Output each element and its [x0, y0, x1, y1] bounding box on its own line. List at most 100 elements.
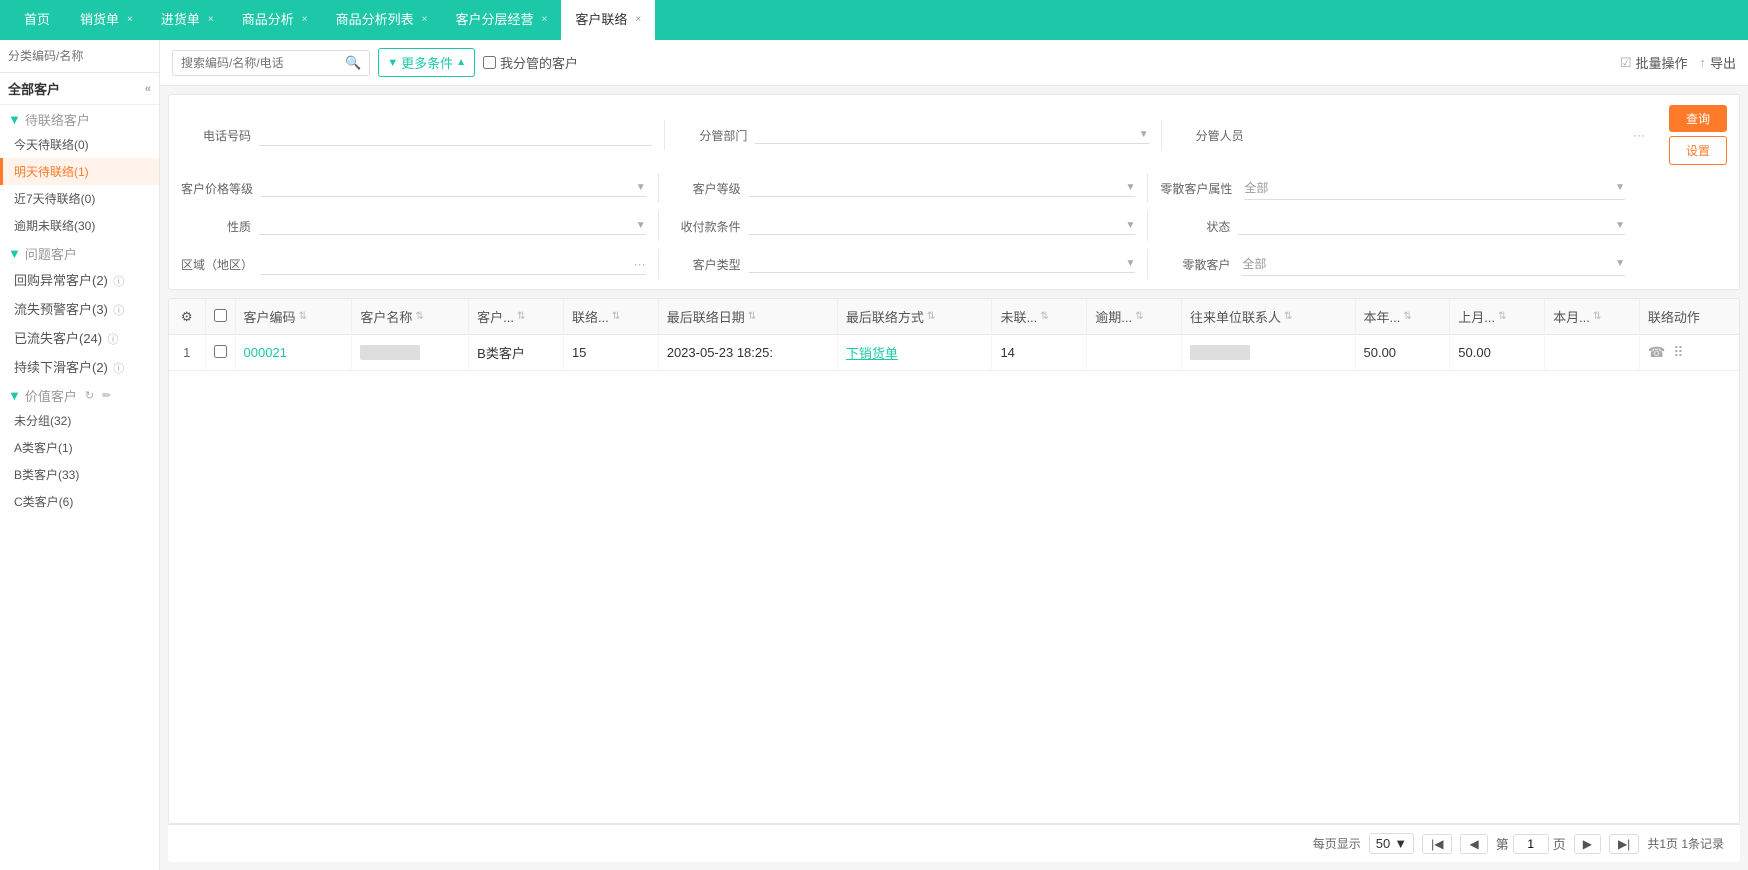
th-overdue[interactable]: 逾期... ⇅ — [1087, 299, 1182, 335]
action-icons-group: ☎ ⠿ — [1648, 344, 1731, 361]
filter-dept-select[interactable]: ▼ — [755, 126, 1148, 144]
sidebar-group-pending: ▼ 待联络客户 — [0, 105, 159, 131]
my-customers-checkbox[interactable] — [483, 56, 496, 69]
first-page-button[interactable]: |◀ — [1422, 834, 1452, 854]
filter-dept-label: 分管部门 — [677, 127, 747, 144]
filter-retail-customer-select[interactable]: 全部 ▼ — [1242, 252, 1625, 276]
my-customers-checkbox-label[interactable]: 我分管的客户 — [483, 53, 578, 72]
th-type[interactable]: 客户... ⇅ — [469, 299, 564, 335]
batch-operation-button[interactable]: ☑ 批量操作 — [1620, 53, 1688, 72]
th-name[interactable]: 客户名称 ⇅ — [352, 299, 469, 335]
filter-region: 区域（地区） ··· — [181, 254, 646, 275]
filter-customer-level-select[interactable]: ▼ — [749, 179, 1136, 197]
sidebar-item-today-pending[interactable]: 今天待联络(0) — [0, 131, 159, 158]
close-purchase-tab[interactable]: × — [208, 0, 214, 40]
gear-icon[interactable]: ⚙ — [181, 309, 193, 324]
phone-action-icon[interactable]: ☎ — [1648, 344, 1665, 361]
th-unit-contact[interactable]: 往来单位联系人 ⇅ — [1182, 299, 1356, 335]
filter-retail-attr: 零散客户属性 全部 ▼ — [1160, 176, 1625, 200]
close-analysis-list-tab[interactable]: × — [422, 0, 428, 40]
sidebar-all-customers[interactable]: 全部客户 « — [0, 73, 159, 105]
export-button[interactable]: ↑ 导出 — [1699, 53, 1736, 72]
sidebar-item-7days-pending[interactable]: 近7天待联络(0) — [0, 185, 159, 212]
sidebar-search-input[interactable] — [8, 49, 160, 63]
filter-status: 状态 ▼ — [1160, 217, 1625, 235]
filter-customer-type-select[interactable]: ▼ — [749, 255, 1136, 273]
row-checkbox[interactable] — [214, 345, 227, 358]
sort-year-icon: ⇅ — [1403, 311, 1411, 322]
filter-region-dots[interactable]: ··· — [634, 257, 646, 271]
filter-retail-customer-label: 零散客户 — [1160, 256, 1230, 273]
query-button[interactable]: 查询 — [1669, 105, 1727, 132]
nav-analysis-list[interactable]: 商品分析列表 × — [322, 0, 442, 40]
nav-customer-tier[interactable]: 客户分层经营 × — [441, 0, 561, 40]
th-this-month[interactable]: 本月... ⇅ — [1545, 299, 1640, 335]
close-customer-tier-tab[interactable]: × — [541, 0, 547, 40]
next-page-button[interactable]: ▶ — [1574, 834, 1601, 854]
settings-button[interactable]: 设置 — [1669, 136, 1727, 165]
filter-area: 电话号码 分管部门 ▼ 分管人员 ··· — [168, 94, 1740, 290]
filter-icon: ▼ — [387, 57, 398, 69]
th-gear[interactable]: ⚙ — [169, 299, 205, 335]
nav-analysis[interactable]: 商品分析 × — [228, 0, 322, 40]
sidebar-item-tomorrow-pending[interactable]: 明天待联络(1) — [0, 158, 159, 185]
last-page-button[interactable]: ▶| — [1609, 834, 1639, 854]
table-header-row: ⚙ 客户编码 ⇅ 客户名称 — [169, 299, 1739, 335]
th-contact-count[interactable]: 联络... ⇅ — [563, 299, 658, 335]
filter-manager-dots[interactable]: ··· — [1633, 128, 1645, 142]
select-all-checkbox[interactable] — [214, 309, 227, 322]
close-customer-contact-tab[interactable]: × — [635, 0, 641, 40]
filter-nature-arrow: ▼ — [636, 220, 646, 231]
sidebar-item-overdue-pending[interactable]: 逾期未联络(30) — [0, 212, 159, 239]
cell-type: B类客户 — [469, 335, 564, 371]
th-this-year[interactable]: 本年... ⇅ — [1355, 299, 1450, 335]
value-group-edit-icon[interactable]: ✏ — [102, 389, 111, 402]
sidebar-item-class-b[interactable]: B类客户(33) — [0, 461, 159, 488]
nav-purchase[interactable]: 进货单 × — [147, 0, 228, 40]
filter-nature: 性质 ▼ — [181, 217, 646, 235]
filter-payment-label: 收付款条件 — [671, 218, 741, 235]
prev-page-button[interactable]: ◀ — [1460, 834, 1487, 854]
sidebar-item-repurchase-abnormal[interactable]: 回购异常客户(2) ⓘ — [0, 265, 159, 294]
sort-contact-icon: ⇅ — [612, 311, 620, 322]
th-last-month[interactable]: 上月... ⇅ — [1450, 299, 1545, 335]
sidebar-group-value: ▼ 价值客户 ↻ ✏ — [0, 381, 159, 407]
sidebar-item-churned[interactable]: 已流失客户(24) ⓘ — [0, 323, 159, 352]
nav-customer-contact[interactable]: 客户联络 × — [561, 0, 655, 40]
sidebar-group-value-triangle: ▼ — [8, 388, 21, 403]
cell-code[interactable]: 000021 — [235, 335, 352, 371]
sidebar-item-declining[interactable]: 持续下滑客户(2) ⓘ — [0, 352, 159, 381]
value-group-refresh-icon[interactable]: ↻ — [85, 389, 94, 402]
more-action-icon[interactable]: ⠿ — [1673, 344, 1683, 361]
th-last-method[interactable]: 最后联络方式 ⇅ — [837, 299, 992, 335]
more-conditions-button[interactable]: ▼ 更多条件 ▲ — [378, 48, 475, 77]
close-sales-tab[interactable]: × — [127, 0, 133, 40]
th-code[interactable]: 客户编码 ⇅ — [235, 299, 352, 335]
th-last-date[interactable]: 最后联络日期 ⇅ — [658, 299, 837, 335]
sidebar-item-ungroup[interactable]: 未分组(32) — [0, 407, 159, 434]
filter-nature-select[interactable]: ▼ — [259, 217, 646, 235]
info-icon-1: ⓘ — [113, 276, 124, 288]
th-uncontacted[interactable]: 未联... ⇅ — [992, 299, 1087, 335]
filter-phone-input[interactable] — [259, 125, 652, 146]
filter-retail-customer: 零散客户 全部 ▼ — [1160, 252, 1625, 276]
last-method-link[interactable]: 下销货单 — [846, 346, 898, 361]
toolbar-search-box: 🔍 — [172, 50, 370, 76]
filter-payment: 收付款条件 ▼ — [671, 217, 1136, 235]
toolbar-search-input[interactable] — [181, 56, 341, 70]
per-page-select[interactable]: 50 ▼ — [1369, 833, 1414, 854]
cell-last-method[interactable]: 下销货单 — [837, 335, 992, 371]
sidebar-item-class-c[interactable]: C类客户(6) — [0, 488, 159, 515]
filter-payment-select[interactable]: ▼ — [749, 217, 1136, 235]
filter-retail-attr-select[interactable]: 全部 ▼ — [1244, 176, 1625, 200]
sidebar-item-churn-warning[interactable]: 流失预警客户(3) ⓘ — [0, 294, 159, 323]
sidebar-item-class-a[interactable]: A类客户(1) — [0, 434, 159, 461]
nav-sales[interactable]: 销货单 × — [66, 0, 147, 40]
page-number-input[interactable] — [1513, 834, 1549, 854]
nav-home[interactable]: 首页 — [8, 0, 66, 40]
toolbar-search-icon[interactable]: 🔍 — [345, 55, 361, 71]
content-area: 🔍 ▼ 更多条件 ▲ 我分管的客户 ☑ 批量操作 ↑ 导出 — [160, 40, 1748, 870]
filter-price-level-select[interactable]: ▼ — [261, 179, 646, 197]
filter-status-select[interactable]: ▼ — [1238, 217, 1625, 235]
close-analysis-tab[interactable]: × — [302, 0, 308, 40]
